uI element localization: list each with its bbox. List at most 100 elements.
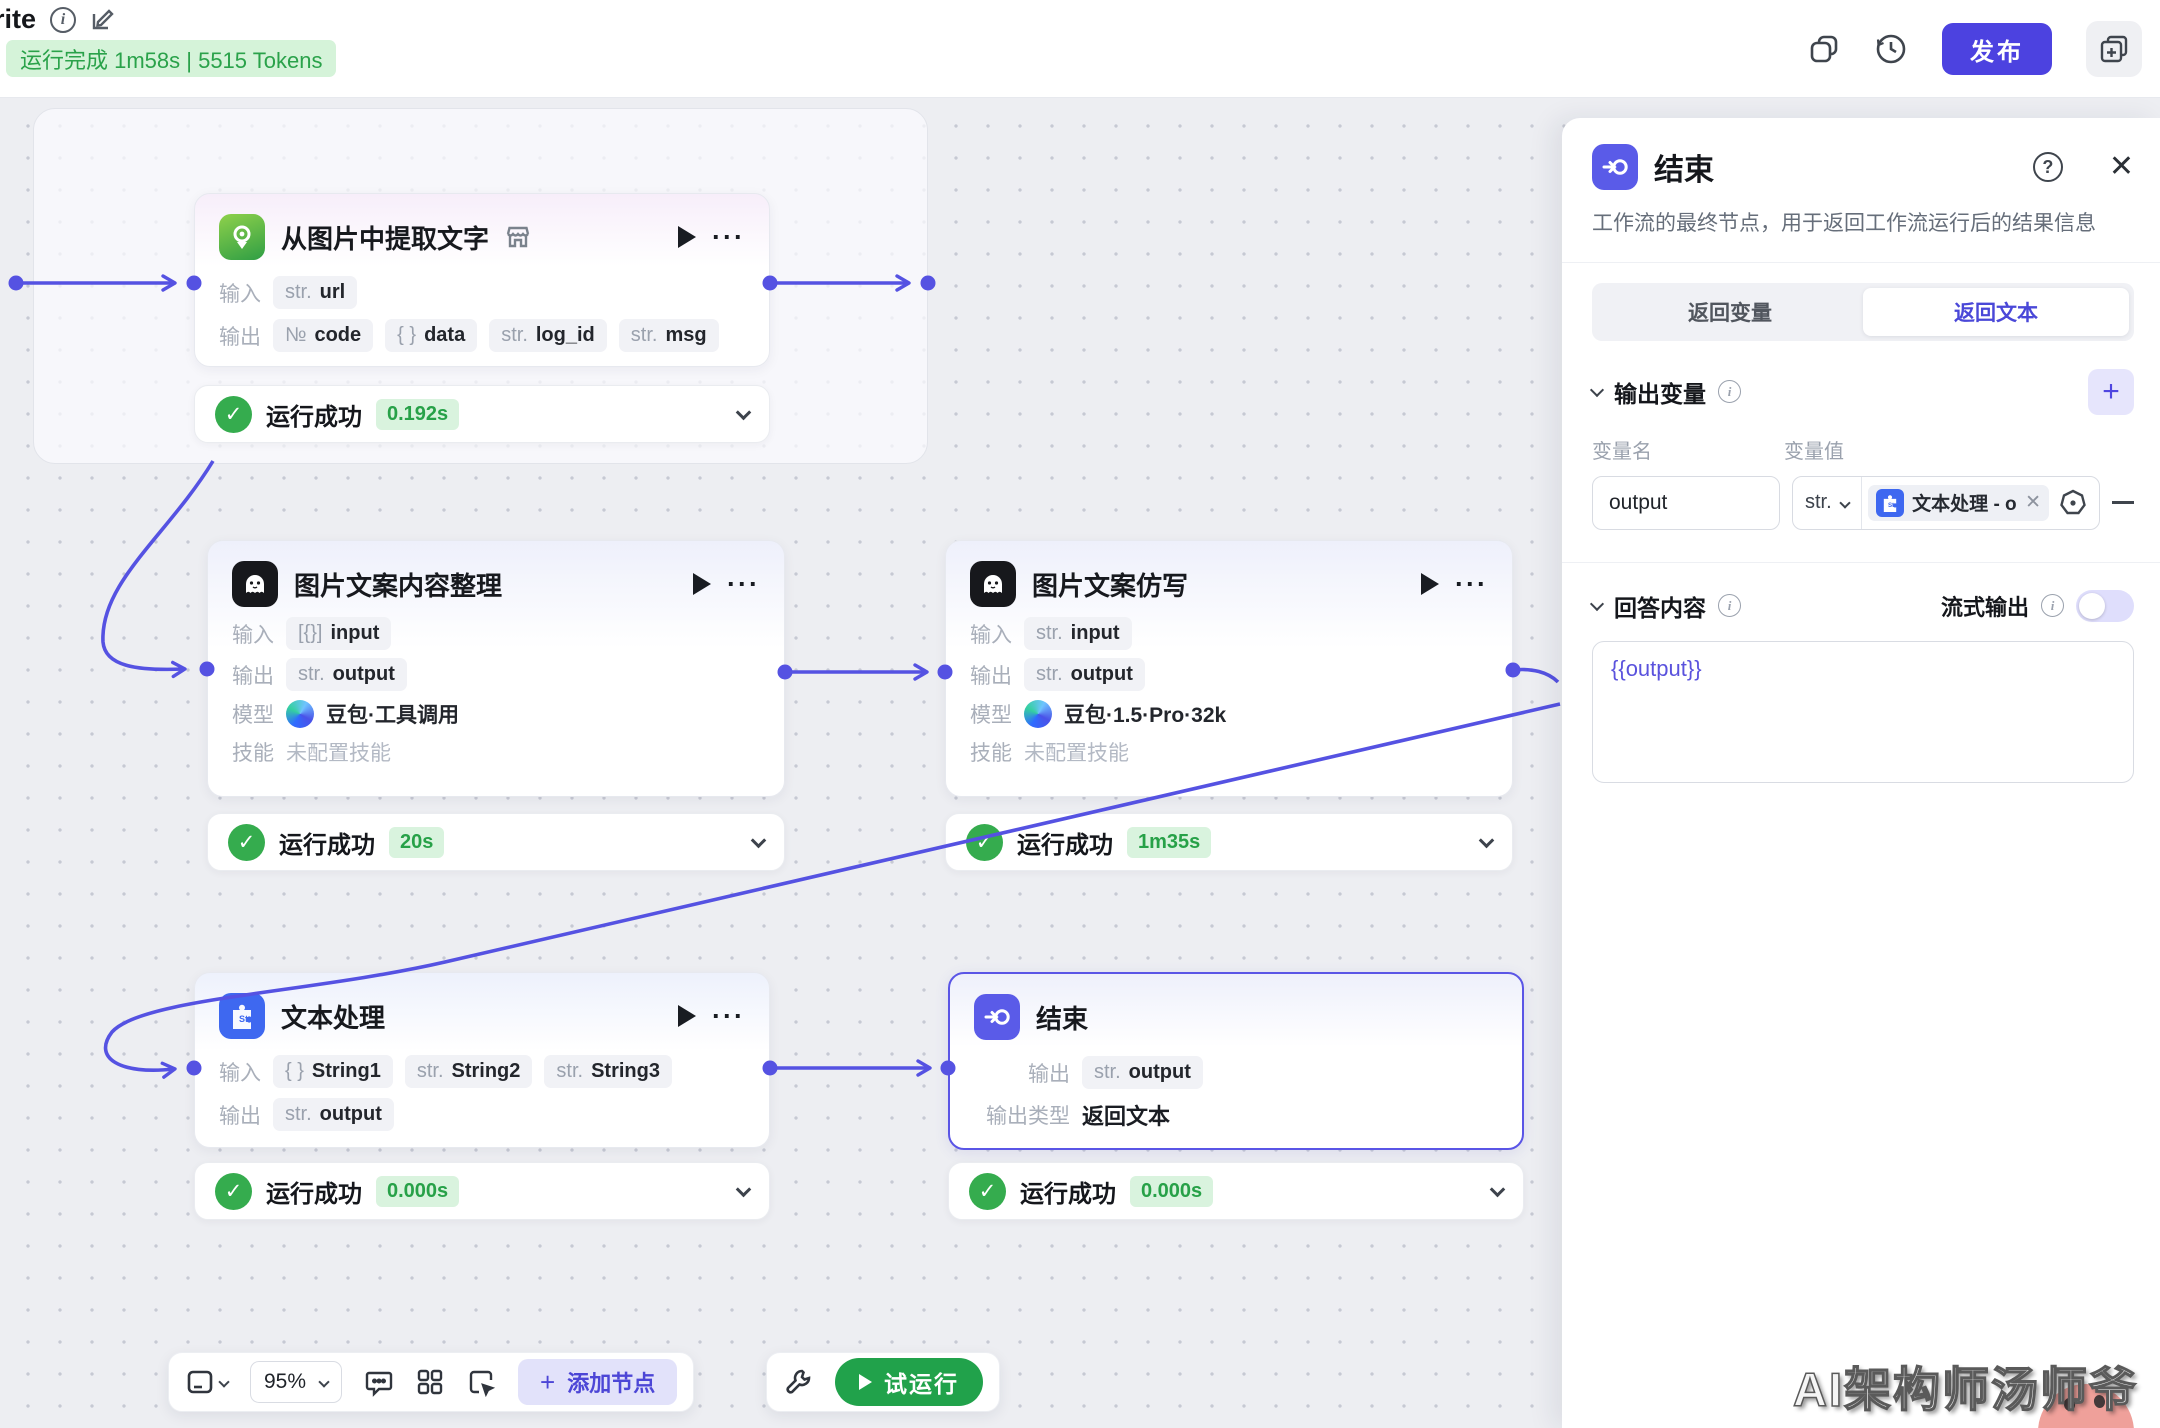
duration-badge: 0.000s [376, 1176, 459, 1207]
duration-badge: 1m35s [1127, 827, 1211, 858]
status-text: 运行成功 [1017, 825, 1113, 860]
divider [1562, 562, 2160, 563]
run-node-button[interactable] [678, 1005, 696, 1027]
variable-value-column-label: 变量值 [1784, 435, 1844, 464]
variable-type-dropdown[interactable]: str. [1793, 491, 1861, 514]
play-icon [859, 1374, 872, 1390]
info-icon: i [2041, 594, 2064, 617]
expand-chevron-icon[interactable] [751, 832, 767, 848]
watermark-text: AI架构师汤师爷 [1793, 1351, 2138, 1420]
info-icon[interactable]: i [50, 7, 76, 33]
success-check-icon: ✓ [228, 824, 265, 861]
output-type-value: 返回文本 [1082, 1099, 1170, 1131]
node-llm-copy-imitate[interactable]: 图片文案仿写 ··· 输入 str.input 输出 str.output 模型… [945, 540, 1513, 797]
output-label: 输出 [219, 321, 261, 351]
doubao-model-icon [286, 700, 314, 728]
run-toolbar: 试运行 [766, 1352, 1000, 1412]
workflow-title: rite i [0, 4, 114, 35]
status-text: 运行成功 [266, 397, 362, 432]
help-icon[interactable]: ? [2033, 152, 2063, 182]
doubao-model-icon [1024, 700, 1052, 728]
node-menu-button[interactable]: ··· [712, 1003, 745, 1030]
input-label: 输入 [219, 278, 261, 308]
variable-ref-text: 文本处理 - o... [1912, 489, 2017, 516]
node-menu-button[interactable]: ··· [712, 224, 745, 251]
canvas-toolbar: 95% + 添加节点 [168, 1352, 694, 1412]
node-run-status-bar[interactable]: ✓ 运行成功 0.000s [194, 1162, 770, 1220]
tab-return-variables[interactable]: 返回变量 [1597, 288, 1863, 336]
variable-value-control[interactable]: str. Str 文本处理 - o... ✕ [1792, 476, 2100, 530]
variable-name-input[interactable] [1592, 476, 1780, 530]
expand-chevron-icon[interactable] [736, 404, 752, 420]
success-check-icon: ✓ [969, 1173, 1006, 1210]
node-menu-button[interactable]: ··· [1455, 571, 1488, 598]
zoom-level-dropdown[interactable]: 95% [250, 1361, 342, 1403]
run-node-button[interactable] [693, 573, 711, 595]
model-name: 豆包·工具调用 [326, 699, 459, 729]
add-node-button[interactable]: + 添加节点 [518, 1359, 677, 1405]
success-check-icon: ✓ [215, 396, 252, 433]
export-canvas-icon[interactable] [466, 1367, 496, 1397]
node-run-status-bar[interactable]: ✓ 运行成功 20s [207, 813, 785, 871]
run-node-button[interactable] [1421, 573, 1439, 595]
workflow-title-text: rite [0, 4, 36, 35]
test-run-label: 试运行 [884, 1365, 959, 1399]
collapse-chevron-icon[interactable] [1590, 596, 1604, 610]
chevron-down-icon [318, 1376, 329, 1387]
publish-button[interactable]: 发布 [1942, 23, 2052, 75]
node-menu-button[interactable]: ··· [727, 571, 760, 598]
history-icon[interactable] [1874, 32, 1908, 66]
variable-name-column-label: 变量名 [1592, 435, 1652, 464]
debug-wrench-icon[interactable] [783, 1367, 813, 1397]
expand-chevron-icon[interactable] [1490, 1181, 1506, 1197]
add-window-button[interactable] [2086, 21, 2142, 77]
node-llm-content-organize[interactable]: 图片文案内容整理 ··· 输入 [{}]input 输出 str.output … [207, 540, 785, 797]
node-run-status-bar[interactable]: ✓ 运行成功 1m35s [945, 813, 1513, 871]
ocr-plugin-icon [219, 214, 265, 260]
output-label: 输出 [974, 1058, 1070, 1088]
text-processing-plugin-icon: Str [1876, 489, 1904, 517]
edit-title-icon[interactable] [90, 8, 114, 32]
answer-content-heading: 回答内容 [1614, 589, 1706, 623]
duration-badge: 0.192s [376, 399, 459, 430]
param-chip: str.log_id [489, 319, 607, 352]
output-type-label: 输出类型 [974, 1100, 1070, 1130]
node-title: 图片文案仿写 [1032, 566, 1188, 603]
success-check-icon: ✓ [215, 1173, 252, 1210]
add-node-label: 添加节点 [567, 1366, 655, 1398]
auto-layout-icon[interactable] [416, 1368, 444, 1396]
variable-settings-icon[interactable] [2055, 487, 2099, 519]
node-run-status-bar[interactable]: ✓ 运行成功 0.192s [194, 385, 770, 443]
stream-output-toggle[interactable] [2076, 590, 2134, 622]
tab-return-text[interactable]: 返回文本 [1863, 288, 2129, 336]
output-label: 输出 [219, 1100, 261, 1130]
expand-chevron-icon[interactable] [1479, 832, 1495, 848]
input-label: 输入 [232, 619, 274, 649]
node-end[interactable]: 结束 输出 str.output 输出类型 返回文本 [948, 972, 1524, 1150]
copy-link-icon[interactable] [1808, 33, 1840, 65]
node-extract-text-from-image[interactable]: 从图片中提取文字 ··· 输入 str.url 输出 №code { }data… [194, 193, 770, 367]
variable-ref-chip[interactable]: Str 文本处理 - o... ✕ [1868, 485, 2049, 521]
info-icon: i [1718, 380, 1741, 403]
variable-row: str. Str 文本处理 - o... ✕ [1592, 476, 2134, 530]
chevron-down-icon [218, 1376, 229, 1387]
remove-ref-icon[interactable]: ✕ [2025, 491, 2041, 514]
comment-icon[interactable] [364, 1367, 394, 1397]
variable-type-value: str. [1805, 491, 1832, 514]
panel-description: 工作流的最终节点，用于返回工作流运行后的结果信息 [1592, 208, 2134, 240]
remove-variable-button[interactable] [2112, 501, 2134, 504]
node-run-status-bar[interactable]: ✓ 运行成功 0.000s [948, 1162, 1524, 1220]
toggle-knob [2079, 593, 2105, 619]
answer-content-editor[interactable]: {{output}} [1592, 641, 2134, 783]
add-variable-button[interactable]: + [2088, 369, 2134, 415]
canvas-mode-selector[interactable] [185, 1367, 228, 1397]
run-node-button[interactable] [678, 226, 696, 248]
collapse-chevron-icon[interactable] [1590, 382, 1604, 396]
test-run-button[interactable]: 试运行 [835, 1358, 983, 1406]
node-text-processing[interactable]: Str 文本处理 ··· 输入 { }String1 str.String2 s… [194, 972, 770, 1148]
store-icon [505, 225, 531, 249]
output-label: 输出 [232, 660, 274, 690]
status-text: 运行成功 [279, 825, 375, 860]
close-panel-icon[interactable]: ✕ [2109, 152, 2134, 182]
expand-chevron-icon[interactable] [736, 1181, 752, 1197]
